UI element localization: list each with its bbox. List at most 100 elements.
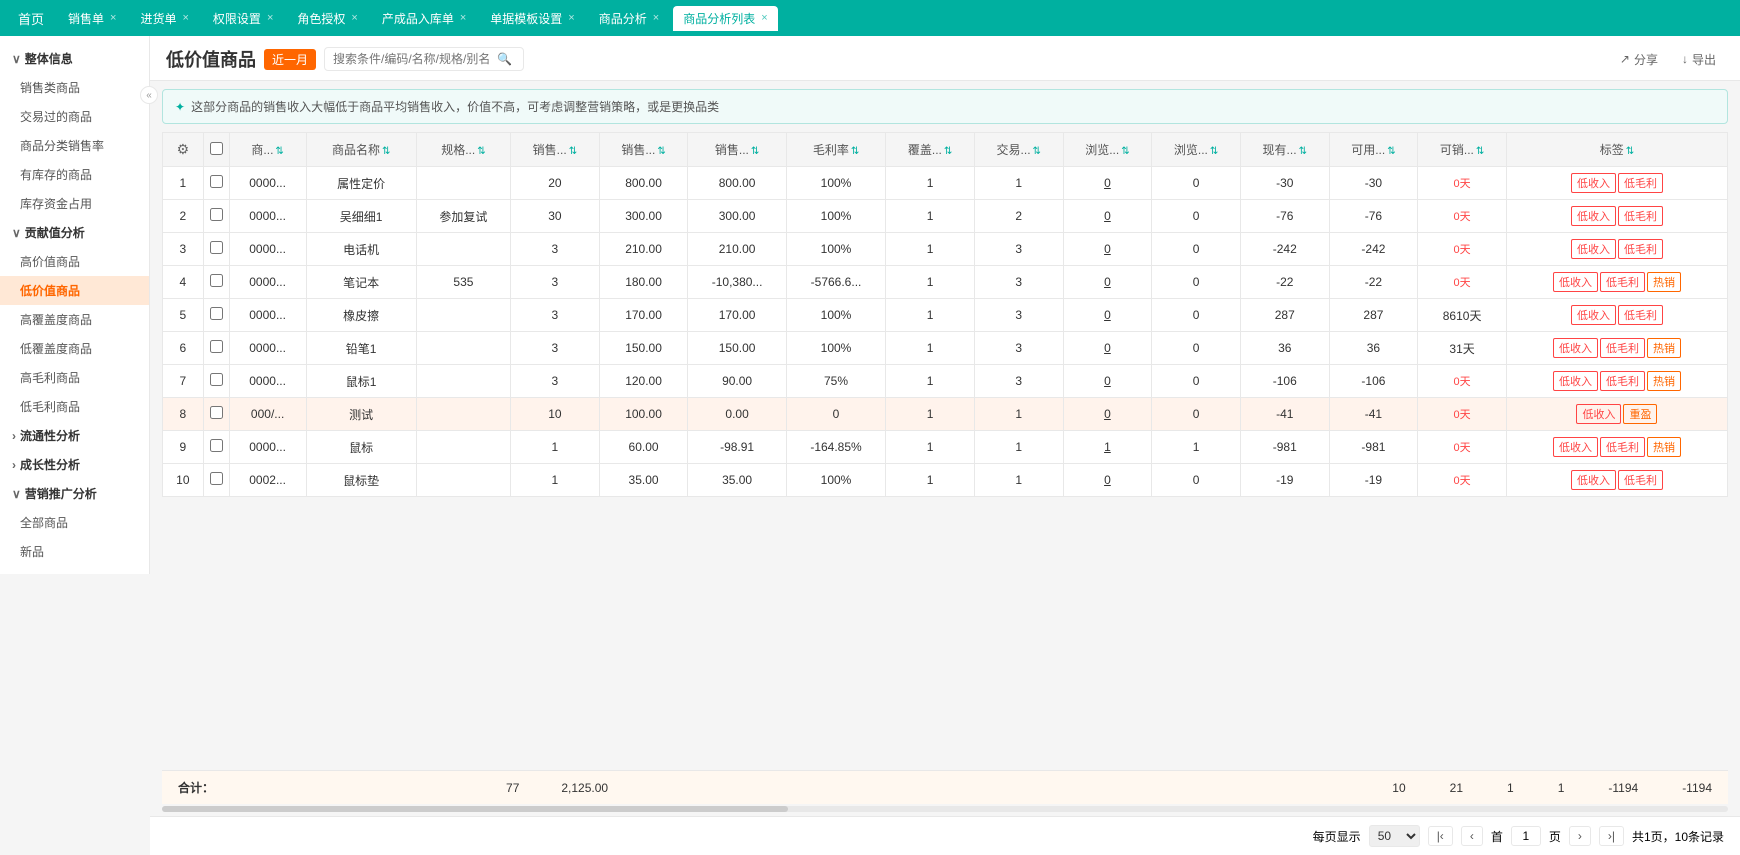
cell-checkbox[interactable] xyxy=(203,332,229,365)
cell-view1[interactable]: 0 xyxy=(1063,200,1152,233)
nav-close-sales[interactable]: × xyxy=(110,12,116,24)
th-name[interactable]: 商品名称⇅ xyxy=(306,133,416,167)
th-coverage[interactable]: 覆盖...⇅ xyxy=(886,133,975,167)
nav-item-sales[interactable]: 销售单 × xyxy=(58,6,126,31)
prev-page-btn[interactable]: ‹ xyxy=(1461,826,1483,846)
nav-close-permissions[interactable]: × xyxy=(267,12,273,24)
cell-checkbox[interactable] xyxy=(203,365,229,398)
sidebar-item-high-margin[interactable]: 高毛利商品 xyxy=(0,363,149,392)
search-icon[interactable]: 🔍 xyxy=(497,52,512,66)
page-number-input[interactable] xyxy=(1511,826,1541,846)
sidebar-item-stock-goods[interactable]: 有库存的商品 xyxy=(0,160,149,189)
view1-link[interactable]: 0 xyxy=(1104,341,1111,355)
cell-view1[interactable]: 0 xyxy=(1063,464,1152,497)
cell-checkbox[interactable] xyxy=(203,167,229,200)
th-sales-amt[interactable]: 销售...⇅ xyxy=(599,133,688,167)
row-checkbox[interactable] xyxy=(210,208,223,221)
th-view2[interactable]: 浏览...⇅ xyxy=(1152,133,1241,167)
th-saleable[interactable]: 可销...⇅ xyxy=(1418,133,1507,167)
nav-close-analysis-list[interactable]: × xyxy=(761,12,767,24)
next-page-btn[interactable]: › xyxy=(1569,826,1591,846)
nav-close-warehouse[interactable]: × xyxy=(460,12,466,24)
nav-item-analysis[interactable]: 商品分析 × xyxy=(589,6,669,31)
search-input[interactable] xyxy=(333,52,493,66)
th-sku[interactable]: 商...⇅ xyxy=(229,133,306,167)
nav-item-purchase[interactable]: 进货单 × xyxy=(130,6,198,31)
nav-item-role[interactable]: 角色授权 × xyxy=(287,6,367,31)
nav-close-analysis[interactable]: × xyxy=(653,12,659,24)
row-checkbox[interactable] xyxy=(210,274,223,287)
sidebar-item-sales-goods[interactable]: 销售类商品 xyxy=(0,73,149,102)
sidebar-item-new-goods[interactable]: 新品 xyxy=(0,537,149,566)
cell-view1[interactable]: 0 xyxy=(1063,332,1152,365)
nav-item-permissions[interactable]: 权限设置 × xyxy=(203,6,283,31)
row-checkbox[interactable] xyxy=(210,472,223,485)
sidebar-item-low-margin[interactable]: 低毛利商品 xyxy=(0,392,149,421)
cell-checkbox[interactable] xyxy=(203,266,229,299)
row-checkbox[interactable] xyxy=(210,307,223,320)
sidebar-item-traded-goods[interactable]: 交易过的商品 xyxy=(0,102,149,131)
th-sales-qty[interactable]: 销售...⇅ xyxy=(511,133,600,167)
row-checkbox[interactable] xyxy=(210,439,223,452)
view1-link[interactable]: 0 xyxy=(1104,176,1111,190)
th-spec[interactable]: 规格...⇅ xyxy=(416,133,510,167)
cell-view1[interactable]: 0 xyxy=(1063,398,1152,431)
cell-view1[interactable]: 0 xyxy=(1063,233,1152,266)
th-current[interactable]: 现有...⇅ xyxy=(1240,133,1329,167)
view1-link[interactable]: 0 xyxy=(1104,473,1111,487)
sidebar-item-category-rate[interactable]: 商品分类销售率 xyxy=(0,131,149,160)
scrollbar-thumb[interactable] xyxy=(162,806,788,812)
nav-close-template[interactable]: × xyxy=(568,12,574,24)
sidebar-item-stock-capital[interactable]: 库存资金占用 xyxy=(0,189,149,218)
select-all-checkbox[interactable] xyxy=(210,142,223,155)
nav-home[interactable]: 首页 xyxy=(8,5,54,32)
th-tags[interactable]: 标签⇅ xyxy=(1506,133,1727,167)
per-page-select[interactable]: 50 100 xyxy=(1369,825,1420,847)
sidebar-item-low-value[interactable]: 低价值商品 xyxy=(0,276,149,305)
export-button[interactable]: ↓ 导出 xyxy=(1674,47,1724,72)
th-margin[interactable]: 毛利率⇅ xyxy=(786,133,885,167)
cell-view1[interactable]: 0 xyxy=(1063,266,1152,299)
nav-close-purchase[interactable]: × xyxy=(182,12,188,24)
time-tag[interactable]: 近一月 xyxy=(264,49,316,70)
sidebar-group-marketing[interactable]: ∨ 营销推广分析 xyxy=(0,479,149,508)
sidebar-item-low-coverage[interactable]: 低覆盖度商品 xyxy=(0,334,149,363)
cell-view1[interactable]: 1 xyxy=(1063,431,1152,464)
sidebar-item-high-value[interactable]: 高价值商品 xyxy=(0,247,149,276)
sidebar-group-overall[interactable]: ∨ 整体信息 xyxy=(0,44,149,73)
cell-checkbox[interactable] xyxy=(203,464,229,497)
view1-link[interactable]: 0 xyxy=(1104,275,1111,289)
sidebar-item-all-goods[interactable]: 全部商品 xyxy=(0,508,149,537)
th-checkbox[interactable] xyxy=(203,133,229,167)
row-checkbox[interactable] xyxy=(210,241,223,254)
cell-view1[interactable]: 0 xyxy=(1063,365,1152,398)
last-page-btn[interactable]: ›| xyxy=(1599,826,1624,846)
view1-link[interactable]: 0 xyxy=(1104,308,1111,322)
nav-close-role[interactable]: × xyxy=(351,12,357,24)
cell-view1[interactable]: 0 xyxy=(1063,167,1152,200)
cell-view1[interactable]: 0 xyxy=(1063,299,1152,332)
view1-link[interactable]: 0 xyxy=(1104,242,1111,256)
row-checkbox[interactable] xyxy=(210,373,223,386)
view1-link[interactable]: 0 xyxy=(1104,407,1111,421)
th-view1[interactable]: 浏览...⇅ xyxy=(1063,133,1152,167)
sidebar-group-contribution[interactable]: ∨ 贡献值分析 xyxy=(0,218,149,247)
row-checkbox[interactable] xyxy=(210,406,223,419)
cell-checkbox[interactable] xyxy=(203,398,229,431)
nav-item-analysis-list[interactable]: 商品分析列表 × xyxy=(673,6,777,31)
view1-link[interactable]: 0 xyxy=(1104,209,1111,223)
cell-checkbox[interactable] xyxy=(203,233,229,266)
settings-icon[interactable]: ⚙ xyxy=(177,141,190,157)
view1-link[interactable]: 1 xyxy=(1104,440,1111,454)
sidebar-group-growth[interactable]: › 成长性分析 xyxy=(0,450,149,479)
share-button[interactable]: ↗ 分享 xyxy=(1612,47,1666,72)
row-checkbox[interactable] xyxy=(210,175,223,188)
sidebar-group-liquidity[interactable]: › 流通性分析 xyxy=(0,421,149,450)
cell-checkbox[interactable] xyxy=(203,299,229,332)
th-settings[interactable]: ⚙ xyxy=(163,133,204,167)
search-box[interactable]: 🔍 xyxy=(324,47,524,71)
nav-item-template[interactable]: 单据模板设置 × xyxy=(480,6,584,31)
th-trade[interactable]: 交易...⇅ xyxy=(974,133,1063,167)
view1-link[interactable]: 0 xyxy=(1104,374,1111,388)
cell-checkbox[interactable] xyxy=(203,200,229,233)
